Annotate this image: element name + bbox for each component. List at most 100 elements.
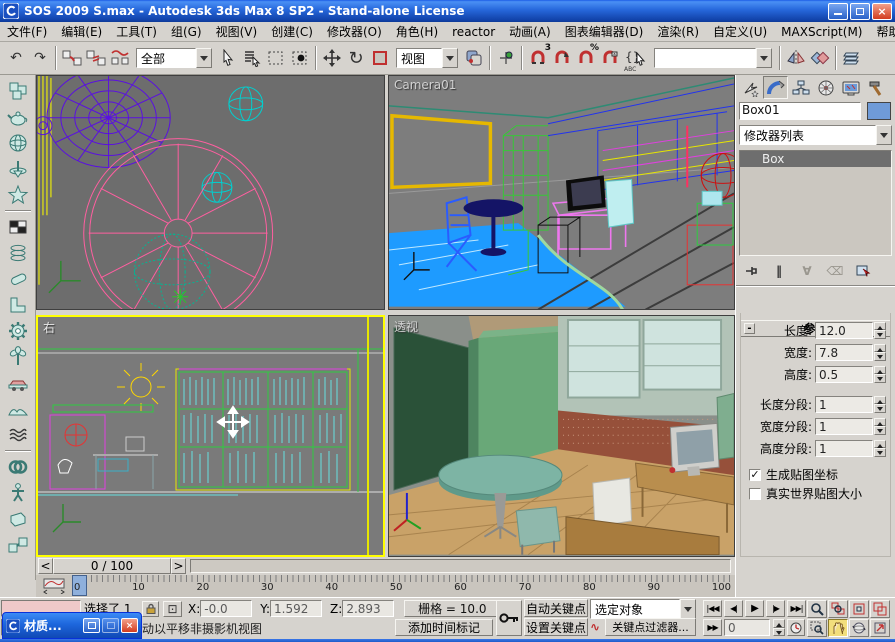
elbow-tool-button[interactable]	[3, 292, 33, 318]
teapot-tool-button[interactable]	[3, 104, 33, 130]
cubes-tool-button[interactable]	[3, 78, 33, 104]
current-frame-field[interactable]: 0	[724, 619, 770, 636]
absolute-mode-button[interactable]: ⊡	[163, 601, 182, 617]
viewport-label[interactable]: Camera01	[394, 78, 456, 92]
viewport-top[interactable]	[36, 75, 385, 310]
select-and-rotate-button[interactable]: ↻	[344, 45, 368, 71]
plant-tool-button[interactable]	[3, 344, 33, 370]
torus-knot-tool-button[interactable]	[3, 454, 33, 480]
close-button[interactable]: ×	[121, 618, 138, 633]
height-segs-input[interactable]: 1	[815, 440, 873, 457]
next-frame-button[interactable]: |▶	[766, 600, 785, 617]
unlink-selection-button[interactable]	[84, 45, 108, 71]
undo-button[interactable]: ↶	[4, 45, 28, 71]
menu-tools[interactable]: 工具(T)	[109, 21, 164, 42]
close-button[interactable]: ×	[872, 3, 892, 20]
menu-rendering[interactable]: 渲染(R)	[650, 21, 706, 42]
restore-button[interactable]	[83, 618, 100, 633]
make-unique-button[interactable]: ∀	[795, 262, 819, 280]
height-segs-spinner[interactable]	[874, 440, 886, 457]
select-and-manipulate-button[interactable]	[494, 45, 518, 71]
width-spinner[interactable]	[874, 344, 886, 361]
menu-edit[interactable]: 编辑(E)	[54, 21, 109, 42]
menu-maxscript[interactable]: MAXScript(M)	[774, 23, 869, 41]
key-mode-toggle-button[interactable]: ▶▶	[703, 619, 722, 636]
region-zoom-button[interactable]	[807, 619, 827, 637]
select-and-link-button[interactable]	[60, 45, 84, 71]
min-max-toggle-button[interactable]	[870, 619, 890, 637]
select-by-name-button[interactable]	[240, 45, 264, 71]
title-bar[interactable]: SOS 2009 S.max - Autodesk 3ds Max 8 SP2 …	[0, 0, 895, 22]
spring-tool-button[interactable]	[3, 240, 33, 266]
auto-key-button[interactable]: 自动关键点	[524, 599, 588, 617]
previous-frame-button[interactable]: ◀|	[724, 600, 743, 617]
menu-group[interactable]: 组(G)	[164, 21, 209, 42]
y-coordinate-field[interactable]: 1.592	[270, 600, 322, 617]
zoom-all-button[interactable]	[828, 600, 848, 618]
viewport-label[interactable]: 透视	[394, 318, 418, 335]
use-pivot-point-center-button[interactable]	[462, 45, 486, 71]
height-spinner[interactable]	[874, 366, 886, 383]
grid-setting-display[interactable]: 栅格 = 10.0	[404, 600, 500, 617]
linked-cubes-tool-button[interactable]	[3, 532, 33, 558]
width-segs-spinner[interactable]	[874, 418, 886, 435]
menu-character[interactable]: 角色(H)	[389, 21, 445, 42]
layer-manager-button[interactable]	[840, 45, 864, 71]
time-slider-next-button[interactable]: >	[171, 558, 186, 574]
go-to-start-button[interactable]: |◀◀	[703, 600, 722, 617]
width-input[interactable]: 7.8	[815, 344, 873, 361]
object-name-field[interactable]: Box01	[739, 102, 861, 120]
length-input[interactable]: 12.0	[815, 322, 873, 339]
angle-snap-button[interactable]	[550, 45, 574, 71]
time-configuration-button[interactable]	[787, 619, 805, 636]
menu-file[interactable]: 文件(F)	[0, 21, 54, 42]
menu-animation[interactable]: 动画(A)	[502, 21, 558, 42]
remove-modifier-button[interactable]: ⌫	[823, 262, 847, 280]
modifier-list-dropdown[interactable]: 修改器列表	[739, 125, 892, 145]
selection-filter-dropdown[interactable]: 全部	[136, 48, 212, 68]
frame-spinner[interactable]	[773, 619, 785, 636]
select-and-scale-button[interactable]	[368, 45, 392, 71]
reference-coordinate-dropdown[interactable]: 视图	[396, 48, 458, 68]
star-tool-button[interactable]	[3, 182, 33, 208]
key-filters-button[interactable]: 关键点过滤器...	[605, 618, 696, 636]
maximize-button-disabled[interactable]	[102, 618, 119, 633]
tab-modify[interactable]	[763, 76, 788, 99]
car-tool-button[interactable]	[3, 370, 33, 396]
terrain-tool-button[interactable]	[3, 396, 33, 422]
time-slider-prev-button[interactable]: <	[38, 558, 53, 574]
gear-tool-button[interactable]	[3, 318, 33, 344]
zoom-button[interactable]	[807, 600, 827, 618]
menu-help[interactable]: 帮助(H)	[869, 21, 895, 42]
sphere-tool-button[interactable]	[3, 130, 33, 156]
add-time-tag-button[interactable]: 添加时间标记	[395, 619, 493, 636]
z-coordinate-field[interactable]: 2.893	[342, 600, 394, 617]
time-slider-track[interactable]	[190, 559, 731, 573]
spinner-snap-button[interactable]	[598, 45, 622, 71]
menu-views[interactable]: 视图(V)	[209, 21, 265, 42]
tab-hierarchy[interactable]	[788, 76, 813, 99]
zoom-extents-all-button[interactable]	[870, 600, 890, 618]
spindle-tool-button[interactable]	[3, 156, 33, 182]
pan-button[interactable]	[828, 619, 848, 637]
minimize-button[interactable]	[828, 3, 848, 20]
menu-graph-editors[interactable]: 图表编辑器(D)	[558, 21, 651, 42]
select-object-button[interactable]	[216, 45, 240, 71]
material-editor-minimized-window[interactable]: 材质... ×	[2, 612, 142, 639]
height-input[interactable]: 0.5	[815, 366, 873, 383]
open-mini-curve-editor-button[interactable]	[38, 576, 70, 596]
menu-create[interactable]: 创建(C)	[264, 21, 320, 42]
go-to-end-button[interactable]: ▶▶|	[787, 600, 806, 617]
viewport-perspective[interactable]: 透视	[388, 315, 735, 557]
stack-item-box[interactable]: Box	[740, 151, 891, 167]
viewport-camera01[interactable]: Camera01	[388, 75, 735, 310]
tab-display[interactable]	[838, 76, 863, 99]
object-color-swatch[interactable]	[867, 102, 891, 120]
tab-utilities[interactable]	[863, 76, 888, 99]
real-world-map-size-row[interactable]: 真实世界贴图大小	[741, 484, 890, 503]
length-segs-spinner[interactable]	[874, 396, 886, 413]
maximize-button[interactable]	[850, 3, 870, 20]
viewport-right[interactable]: 右	[36, 315, 385, 557]
menu-modifiers[interactable]: 修改器(O)	[320, 21, 389, 42]
biped-tool-button[interactable]	[3, 480, 33, 506]
